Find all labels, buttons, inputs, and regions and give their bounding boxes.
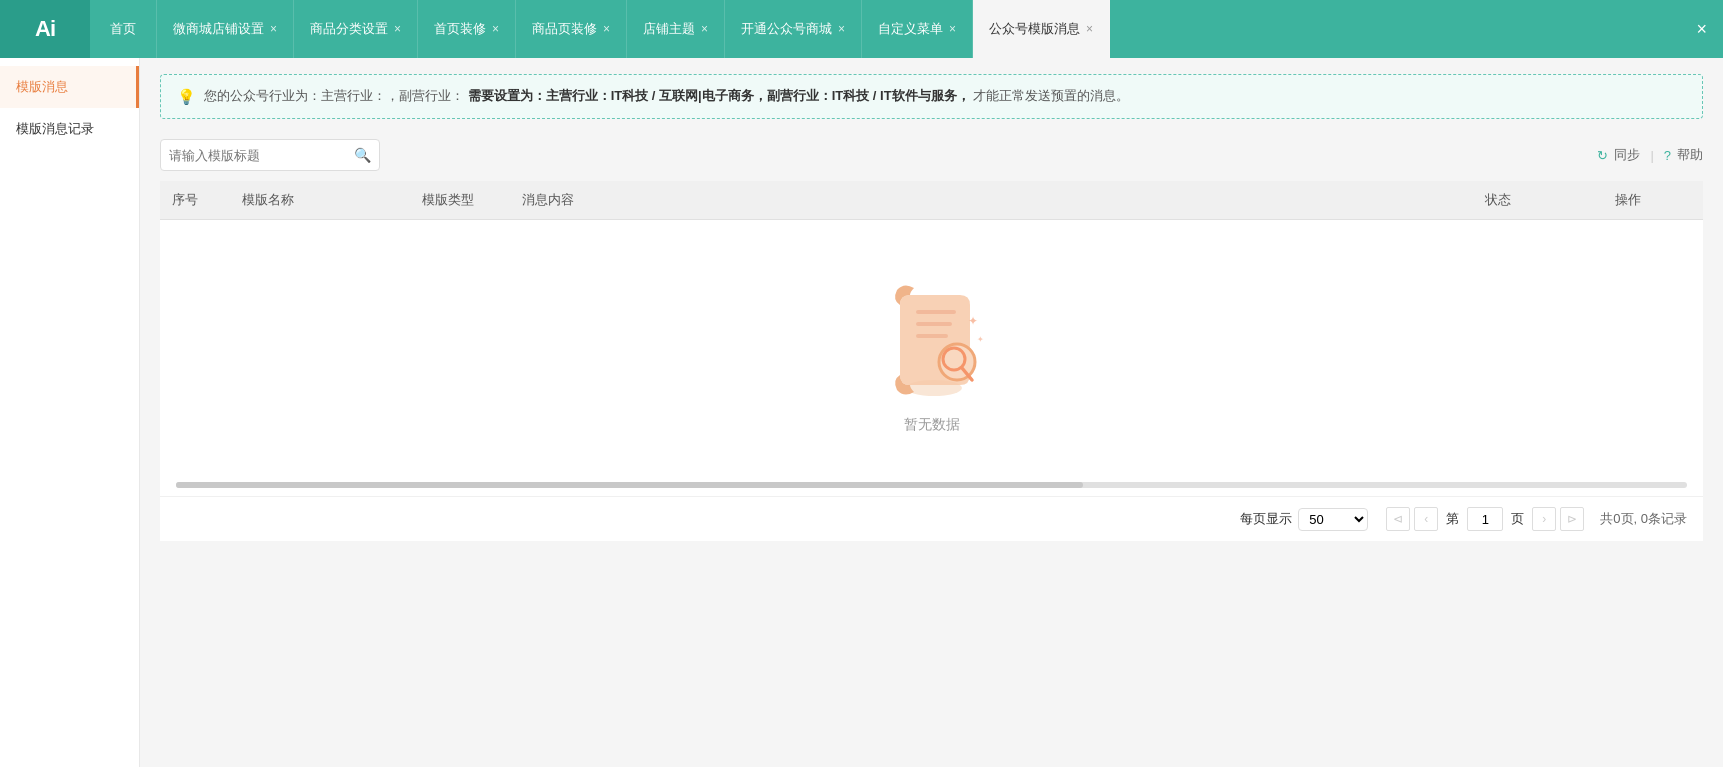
total-info: 共0页, 0条记录 <box>1600 510 1687 528</box>
page-unit: 页 <box>1511 510 1524 528</box>
nav-tab-templatemsg[interactable]: 公众号模版消息 × <box>973 0 1110 58</box>
nav-tab-theme-close[interactable]: × <box>701 22 708 36</box>
nav-tab-wechatshop-close[interactable]: × <box>838 22 845 36</box>
nav-tab-wshop-label: 微商城店铺设置 <box>173 20 264 38</box>
empty-state: ✦ ✦ 暂无数据 <box>160 220 1703 474</box>
app-logo: Ai <box>0 0 90 58</box>
nav-tab-productpage-close[interactable]: × <box>603 22 610 36</box>
svg-text:✦: ✦ <box>977 335 984 344</box>
empty-text: 暂无数据 <box>160 416 1703 434</box>
empty-state-row: ✦ ✦ 暂无数据 <box>160 220 1703 475</box>
nav-tab-theme-label: 店铺主题 <box>643 20 695 38</box>
nav-tab-productpage-label: 商品页装修 <box>532 20 597 38</box>
per-page-label: 每页显示 <box>1240 510 1292 528</box>
top-navigation: Ai 首页 微商城店铺设置 × 商品分类设置 × 首页装修 × 商品页装修 × … <box>0 0 1723 58</box>
col-header-type: 模版类型 <box>410 181 510 220</box>
toolbar-left: 🔍 <box>160 139 380 171</box>
notice-suffix: 才能正常发送预置的消息。 <box>973 88 1129 103</box>
help-icon: ? <box>1664 148 1671 163</box>
template-table: 序号 模版名称 模版类型 消息内容 状态 操作 <box>160 181 1703 474</box>
nav-tab-wshop-close[interactable]: × <box>270 22 277 36</box>
nav-tab-templatemsg-label: 公众号模版消息 <box>989 20 1080 38</box>
col-header-action: 操作 <box>1603 181 1703 220</box>
nav-tab-custommenu-label: 自定义菜单 <box>878 20 943 38</box>
nav-tab-home-label: 首页 <box>110 20 136 38</box>
nav-tab-category-close[interactable]: × <box>394 22 401 36</box>
nav-tab-wechatshop-label: 开通公众号商城 <box>741 20 832 38</box>
pagination: 每页显示 50 10 20 100 ⊲ ‹ 第 页 › ⊳ 共0页, 0条记录 <box>160 496 1703 541</box>
per-page-select[interactable]: 50 10 20 100 <box>1298 508 1368 531</box>
col-header-name: 模版名称 <box>230 181 410 220</box>
toolbar-right: ↻ 同步 | ? 帮助 <box>1597 146 1703 164</box>
close-all-tabs-button[interactable]: × <box>1680 19 1723 40</box>
content-area: 💡 您的公众号行业为：主营行业：，副营行业： 需要设置为：主营行业：IT科技 /… <box>140 58 1723 767</box>
empty-icon: ✦ ✦ <box>872 280 992 400</box>
svg-rect-1 <box>916 310 956 314</box>
nav-tab-theme[interactable]: 店铺主题 × <box>627 0 725 58</box>
toolbar-divider: | <box>1650 148 1653 163</box>
svg-rect-3 <box>916 334 948 338</box>
last-page-button[interactable]: ⊳ <box>1560 507 1584 531</box>
help-label[interactable]: 帮助 <box>1677 146 1703 164</box>
next-page-button[interactable]: › <box>1532 507 1556 531</box>
scrollbar-row <box>160 474 1703 496</box>
sidebar: 模版消息 模版消息记录 <box>0 58 140 767</box>
col-header-status: 状态 <box>1473 181 1603 220</box>
sync-icon: ↻ <box>1597 148 1608 163</box>
per-page-control: 每页显示 50 10 20 100 <box>1240 508 1368 531</box>
nav-tab-custommenu-close[interactable]: × <box>949 22 956 36</box>
table-header-row: 序号 模版名称 模版类型 消息内容 状态 操作 <box>160 181 1703 220</box>
toolbar: 🔍 ↻ 同步 | ? 帮助 <box>160 139 1703 171</box>
notice-highlight: 需要设置为：主营行业：IT科技 / 互联网|电子商务，副营行业：IT科技 / I… <box>468 88 970 103</box>
nav-tab-wechatshop[interactable]: 开通公众号商城 × <box>725 0 862 58</box>
nav-tab-templatemsg-close[interactable]: × <box>1086 22 1093 36</box>
nav-tab-homepage-close[interactable]: × <box>492 22 499 36</box>
notice-box: 💡 您的公众号行业为：主营行业：，副营行业： 需要设置为：主营行业：IT科技 /… <box>160 74 1703 119</box>
nav-tab-category-label: 商品分类设置 <box>310 20 388 38</box>
main-layout: 模版消息 模版消息记录 💡 您的公众号行业为：主营行业：，副营行业： 需要设置为… <box>0 58 1723 767</box>
col-header-content: 消息内容 <box>510 181 1473 220</box>
nav-tab-custommenu[interactable]: 自定义菜单 × <box>862 0 973 58</box>
nav-tab-wshop[interactable]: 微商城店铺设置 × <box>157 0 294 58</box>
search-box: 🔍 <box>160 139 380 171</box>
nav-tab-home[interactable]: 首页 <box>90 0 157 58</box>
nav-tabs-container: 首页 微商城店铺设置 × 商品分类设置 × 首页装修 × 商品页装修 × 店铺主… <box>90 0 1680 58</box>
col-header-seq: 序号 <box>160 181 230 220</box>
nav-tab-homepage[interactable]: 首页装修 × <box>418 0 516 58</box>
search-input[interactable] <box>169 148 354 163</box>
svg-rect-2 <box>916 322 952 326</box>
page-label: 第 <box>1446 510 1459 528</box>
bulb-icon: 💡 <box>177 88 196 106</box>
nav-tab-productpage[interactable]: 商品页装修 × <box>516 0 627 58</box>
svg-text:✦: ✦ <box>968 314 978 328</box>
first-page-button[interactable]: ⊲ <box>1386 507 1410 531</box>
search-icon[interactable]: 🔍 <box>354 147 371 163</box>
scrollbar-thumb[interactable] <box>176 482 1083 488</box>
sidebar-item-template-msg-record[interactable]: 模版消息记录 <box>0 108 139 150</box>
nav-tab-category[interactable]: 商品分类设置 × <box>294 0 418 58</box>
sync-label[interactable]: 同步 <box>1614 146 1640 164</box>
horizontal-scrollbar[interactable] <box>176 482 1687 488</box>
page-number-input[interactable] <box>1467 507 1503 531</box>
prev-page-button[interactable]: ‹ <box>1414 507 1438 531</box>
nav-tab-homepage-label: 首页装修 <box>434 20 486 38</box>
notice-prefix: 您的公众号行业为：主营行业：，副营行业： <box>204 88 464 103</box>
page-navigation: ⊲ ‹ 第 页 › ⊳ 共0页, 0条记录 <box>1386 507 1687 531</box>
sidebar-item-template-msg[interactable]: 模版消息 <box>0 66 139 108</box>
